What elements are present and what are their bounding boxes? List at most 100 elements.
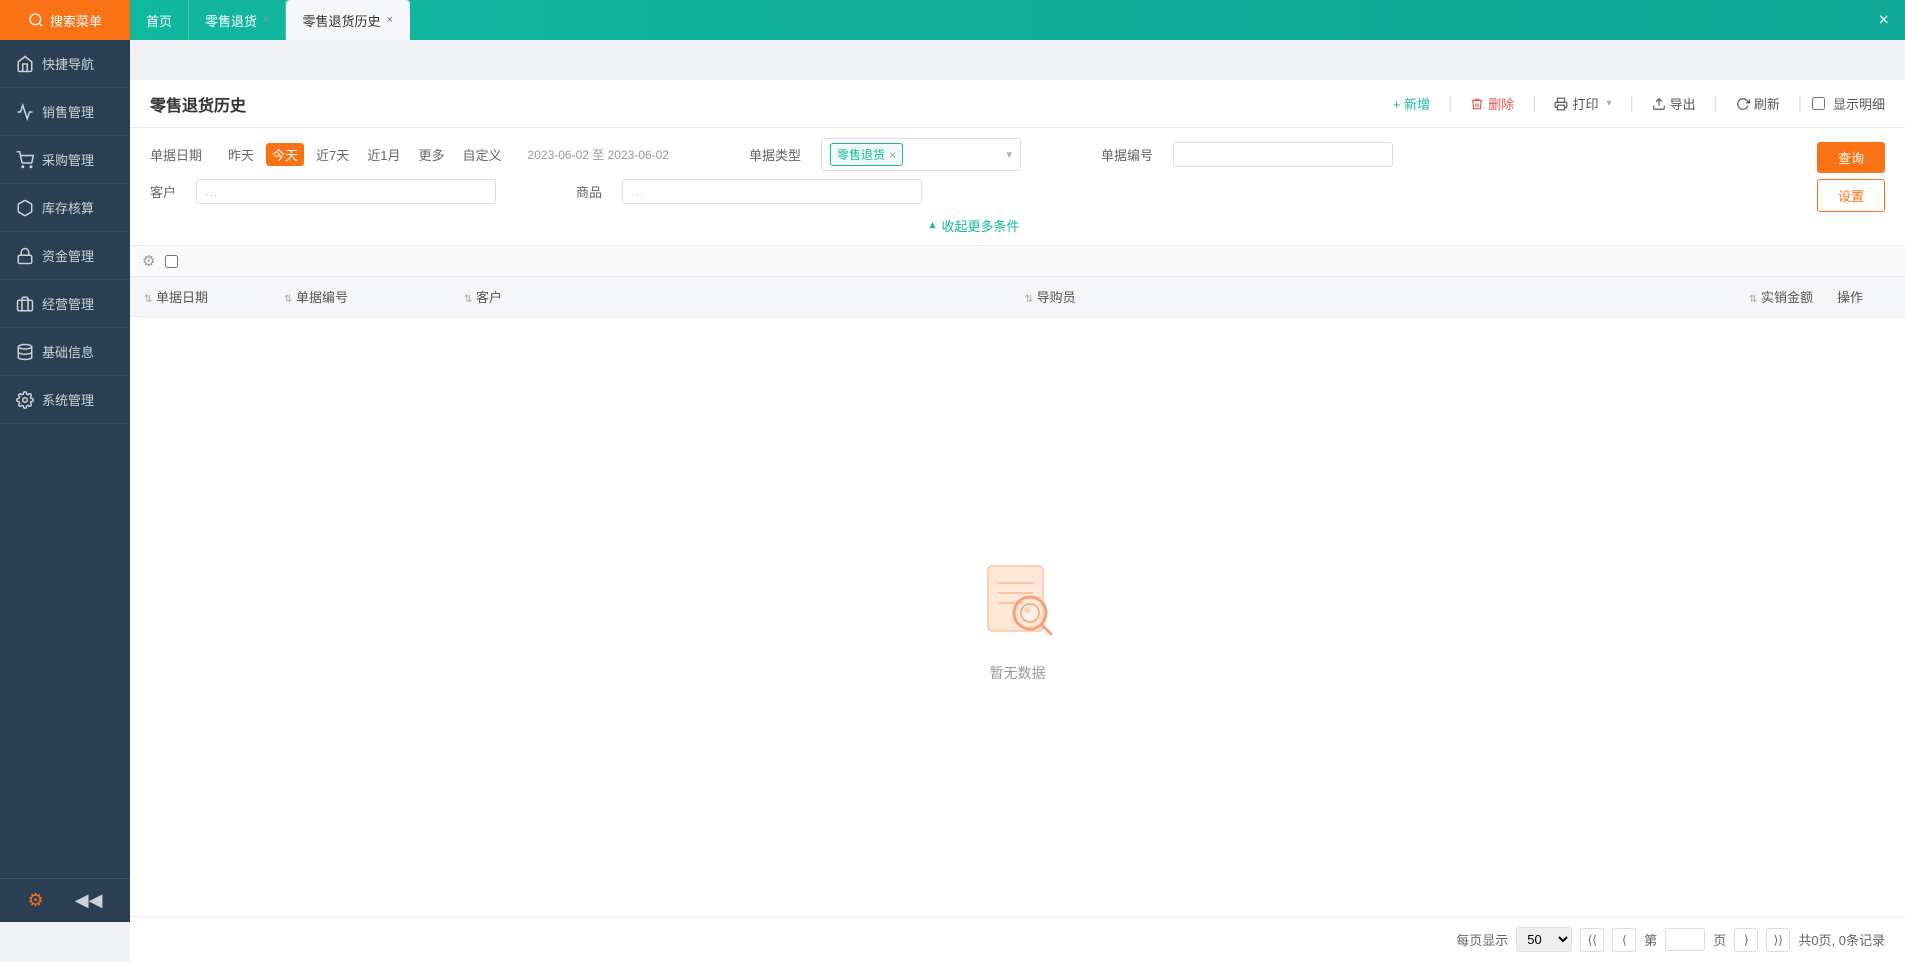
col-date-sort-icon[interactable]: ⇅ [144, 294, 152, 305]
search-icon [28, 12, 44, 28]
tab-retail-return-history[interactable]: 零售退货历史 × [286, 0, 409, 40]
page-title: 零售退货历史 [150, 92, 246, 116]
type-tag: 零售退货 × [830, 143, 903, 166]
first-page-button[interactable]: ⟨⟨ [1580, 928, 1604, 952]
col-amount-label: 实销金额 [1761, 290, 1813, 305]
tab-home-label: 首页 [146, 11, 172, 30]
settings-icon[interactable]: ⚙ [28, 890, 44, 911]
col-guide: ⇅ 导购员 [1011, 277, 1685, 317]
sidebar-item-label: 资金管理 [42, 246, 94, 265]
tab-home[interactable]: 首页 [130, 0, 189, 40]
sidebar-item-basic-info[interactable]: 基础信息 [0, 328, 130, 376]
page-header: 零售退货历史 + 新增 | 删除 | 打印 ▾ | 导出 | 刷新 [130, 80, 1905, 128]
volume-icon[interactable]: ◀◀ [75, 890, 103, 911]
select-all-checkbox[interactable] [165, 255, 178, 268]
show-detail-checkbox[interactable] [1812, 97, 1825, 110]
header-actions: + 新增 | 删除 | 打印 ▾ | 导出 | 刷新 | [1385, 90, 1885, 117]
sidebar-item-quick-nav[interactable]: 快捷导航 [0, 40, 130, 88]
date-options: 昨天 今天 近7天 近1月 更多 自定义 [222, 143, 508, 166]
cart-icon [16, 151, 34, 169]
prev-page-button[interactable]: ⟨ [1612, 928, 1636, 952]
date-opt-last7[interactable]: 近7天 [310, 143, 355, 166]
refresh-icon [1736, 97, 1750, 111]
filter-row-2: 客户 … 商品 … [150, 179, 1797, 204]
window-close-button[interactable]: × [1878, 10, 1889, 31]
date-range-display: 2023-06-02 至 2023-06-02 [528, 146, 669, 163]
box-icon [16, 199, 34, 217]
empty-text: 暂无数据 [990, 663, 1046, 683]
sidebar: 搜索菜单 快捷导航 销售管理 采购管理 库存核算 资金管理 经营管理 基础信息 … [0, 0, 130, 922]
refresh-button[interactable]: 刷新 [1728, 90, 1788, 117]
delete-button[interactable]: 删除 [1462, 90, 1522, 117]
per-page-label: 每页显示 [1456, 930, 1508, 949]
col-amount-sort-icon[interactable]: ⇅ [1749, 294, 1757, 305]
sidebar-item-label: 系统管理 [42, 390, 94, 409]
sidebar-item-label: 基础信息 [42, 342, 94, 361]
collapse-chevron-icon: ▲ [928, 220, 938, 231]
per-page-select[interactable]: 50 10 20 100 [1516, 927, 1572, 952]
col-guide-sort-icon[interactable]: ⇅ [1025, 294, 1033, 305]
date-opt-yesterday[interactable]: 昨天 [222, 143, 260, 166]
filter-section: 单据日期 昨天 今天 近7天 近1月 更多 自定义 2023-06-02 至 2… [130, 128, 1905, 246]
col-date-label: 单据日期 [156, 290, 208, 305]
sidebar-item-system[interactable]: 系统管理 [0, 376, 130, 424]
sidebar-item-finance[interactable]: 资金管理 [0, 232, 130, 280]
tab-retail-return-close[interactable]: × [263, 14, 269, 26]
set-button[interactable]: 设置 [1817, 179, 1885, 212]
sidebar-item-label: 快捷导航 [42, 54, 94, 73]
query-button[interactable]: 查询 [1817, 142, 1885, 173]
col-ops: 操作 [1825, 277, 1905, 317]
voucher-input[interactable] [1173, 142, 1393, 167]
export-button[interactable]: 导出 [1644, 90, 1704, 117]
table-container: ⚙ ⇅ 单据日期 ⇅ 单据编号 ⇅ 客户 [130, 246, 1905, 916]
col-amount: ⇅ 实销金额 [1685, 277, 1825, 317]
type-select[interactable]: 零售退货 × ▾ [821, 138, 1021, 171]
goods-select[interactable]: … [622, 179, 922, 204]
sidebar-item-purchase-mgmt[interactable]: 采购管理 [0, 136, 130, 184]
date-opt-more[interactable]: 更多 [413, 143, 451, 166]
date-opt-custom[interactable]: 自定义 [457, 143, 508, 166]
sidebar-item-inventory[interactable]: 库存核算 [0, 184, 130, 232]
sidebar-item-label: 采购管理 [42, 150, 94, 169]
new-button[interactable]: + 新增 [1385, 90, 1438, 117]
customer-select[interactable]: … [196, 179, 496, 204]
sidebar-item-operations[interactable]: 经营管理 [0, 280, 130, 328]
customer-placeholder: … [205, 184, 218, 199]
type-tag-remove[interactable]: × [889, 148, 896, 162]
sidebar-item-sales-mgmt[interactable]: 销售管理 [0, 88, 130, 136]
next-page-button[interactable]: ⟩ [1734, 928, 1758, 952]
print-button[interactable]: 打印 ▾ [1546, 90, 1619, 117]
collapse-button[interactable]: ▲ 收起更多条件 [928, 216, 1020, 235]
sidebar-search[interactable]: 搜索菜单 [0, 0, 130, 40]
date-opt-today[interactable]: 今天 [266, 143, 304, 166]
date-opt-last-month[interactable]: 近1月 [361, 143, 406, 166]
col-customer-label: 客户 [476, 290, 502, 305]
gear-icon [16, 391, 34, 409]
refresh-label: 刷新 [1754, 94, 1780, 113]
tab-retail-return[interactable]: 零售退货 × [189, 0, 286, 40]
col-ops-label: 操作 [1837, 290, 1863, 305]
goods-filter-label: 商品 [576, 182, 602, 201]
tab-retail-return-history-label: 零售退货历史 [302, 11, 380, 30]
col-customer-sort-icon[interactable]: ⇅ [464, 294, 472, 305]
database-icon [16, 343, 34, 361]
export-label: 导出 [1670, 94, 1696, 113]
table-config-icon[interactable]: ⚙ [142, 252, 155, 270]
sidebar-search-label: 搜索菜单 [50, 11, 102, 30]
data-table: ⇅ 单据日期 ⇅ 单据编号 ⇅ 客户 ⇅ 导购员 [130, 277, 1905, 317]
table-header: ⇅ 单据日期 ⇅ 单据编号 ⇅ 客户 ⇅ 导购员 [130, 277, 1905, 317]
col-guide-label: 导购员 [1037, 290, 1076, 305]
type-filter-label: 单据类型 [749, 145, 801, 164]
page-number-input[interactable]: 1 [1665, 928, 1705, 951]
col-voucher-sort-icon[interactable]: ⇅ [284, 294, 292, 305]
total-count: 共0页, 0条记录 [1798, 930, 1885, 949]
show-detail-checkbox-label[interactable]: 显示明细 [1812, 94, 1885, 113]
home-icon [16, 55, 34, 73]
top-bar: 首页 零售退货 × 零售退货历史 × × [0, 0, 1905, 40]
sidebar-item-label: 库存核算 [42, 198, 94, 217]
print-label: 打印 [1572, 94, 1598, 113]
voucher-filter-label: 单据编号 [1101, 145, 1153, 164]
page-label: 第 [1644, 930, 1657, 949]
last-page-button[interactable]: ⟩⟩ [1766, 928, 1790, 952]
tab-retail-return-history-close[interactable]: × [386, 14, 392, 26]
